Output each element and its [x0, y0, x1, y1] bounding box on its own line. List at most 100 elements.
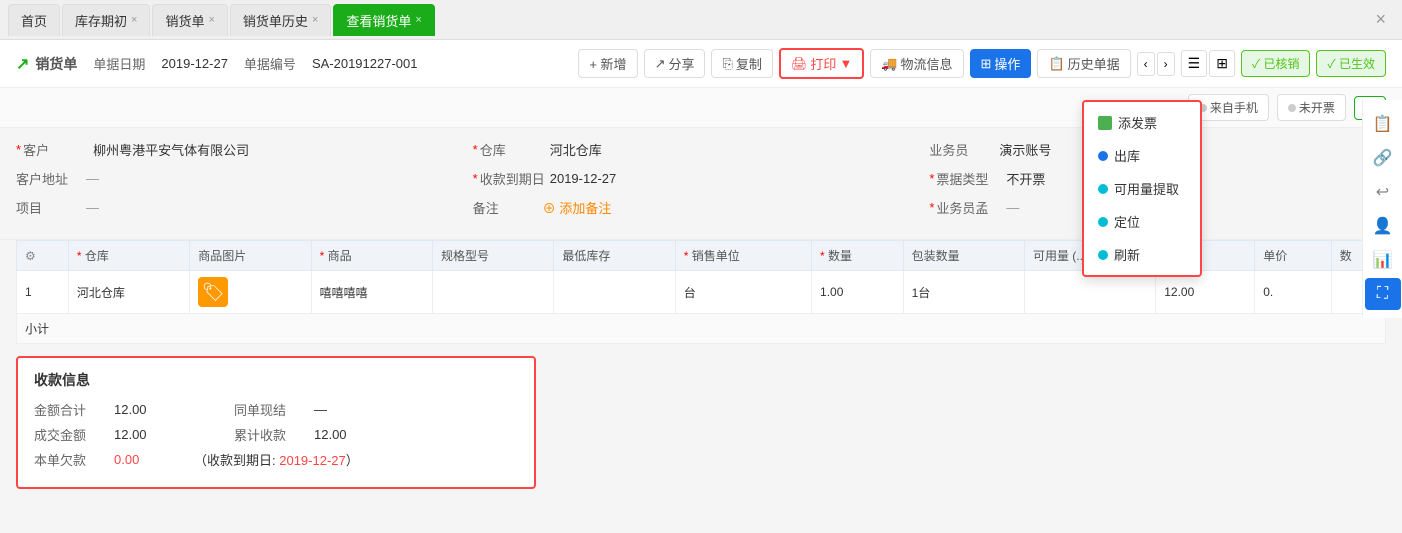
row-product: 嘻嘻嘻嘻 [311, 271, 432, 314]
not-open-label: 未开票 [1299, 99, 1335, 116]
project-field: 项目 — [16, 198, 473, 217]
prev-page-button[interactable]: ‹ [1137, 52, 1155, 76]
tab-inventory-close[interactable]: × [131, 14, 137, 26]
from-phone-label: 来自手机 [1210, 99, 1258, 116]
tab-view-sales-close[interactable]: × [415, 14, 421, 26]
copy-button[interactable]: ⎘ 复制 [711, 49, 772, 78]
copy-icon: ⎘ [722, 56, 732, 72]
payment-title: 收款信息 [34, 370, 518, 390]
right-sidebar: 📋 🔗 ↩ 👤 📊 ⛶ [1362, 100, 1402, 318]
outbound-icon [1098, 151, 1108, 161]
logistics-button[interactable]: 🚚 物流信息 [870, 49, 963, 78]
number-label: 单据编号 [244, 54, 296, 73]
operation-label: 操作 [994, 54, 1020, 73]
dropdown-add-invoice[interactable]: 添发票 [1084, 106, 1200, 139]
balance-note-text: （收款到期日: [194, 453, 279, 468]
next-page-button[interactable]: › [1157, 52, 1175, 76]
cumulative-value: 12.00 [314, 427, 347, 442]
logistics-icon: 🚚 [881, 56, 897, 72]
balance-label: 本单欠款 [34, 450, 114, 469]
ticket-type-label: 票据类型 [936, 169, 1006, 188]
sidebar-icon-2[interactable]: 🔗 [1365, 142, 1401, 174]
customer-required: * [16, 142, 21, 157]
amount-value: 12.00 [114, 402, 194, 417]
tab-view-sales[interactable]: 查看销货单 × [333, 4, 434, 36]
col-gear[interactable]: ⚙ [17, 241, 69, 271]
salesperson-label: 业务员 [929, 140, 999, 159]
tab-sales-history-close[interactable]: × [312, 14, 318, 26]
transaction-label: 成交金额 [34, 425, 114, 444]
col-pack-qty: 包装数量 [903, 241, 1024, 271]
sidebar-icon-6[interactable]: ⛶ [1365, 278, 1401, 310]
operation-button[interactable]: ⊞ 操作 [970, 49, 1032, 78]
tab-sales-close[interactable]: × [208, 14, 214, 26]
not-open-button[interactable]: 未开票 [1277, 94, 1346, 121]
confirmed-status: ✓ 已核销 [1241, 50, 1311, 77]
project-label: 项目 [16, 198, 86, 217]
refresh-icon [1098, 250, 1108, 260]
col-unit: * 销售单位 [675, 241, 811, 271]
col-quantity: * 数量 [812, 241, 904, 271]
list-view-button[interactable]: ☰ [1181, 50, 1208, 77]
warehouse-value: 河北仓库 [550, 140, 602, 159]
gear-icon[interactable]: ⚙ [25, 249, 36, 263]
add-remark-button[interactable]: ⊕ 添加备注 [543, 198, 612, 217]
share-button[interactable]: ↗ 分享 [644, 49, 706, 78]
tab-home[interactable]: 首页 [8, 4, 60, 36]
row-warehouse: 河北仓库 [68, 271, 189, 314]
new-button[interactable]: + 新增 [578, 49, 637, 78]
tab-sales-label: 销货单 [165, 11, 204, 30]
cumulative-label: 累计收款 [234, 425, 314, 444]
sidebar-icon-4[interactable]: 👤 [1365, 210, 1401, 242]
tab-inventory-label: 库存期初 [75, 11, 127, 30]
salesperson-value: 演示账号 [999, 140, 1051, 159]
row-quantity: 1.00 [812, 271, 904, 314]
col-warehouse: * 仓库 [68, 241, 189, 271]
salesperson2-label: 业务员孟 [936, 198, 1006, 217]
operation-icon: ⊞ [981, 56, 992, 72]
dropdown-available-qty[interactable]: 可用量提取 [1084, 172, 1200, 205]
remark-label: 备注 [473, 198, 543, 217]
payment-section: 收款信息 金额合计 12.00 同单现结 — 成交金额 12.00 累计收款 1… [16, 356, 536, 489]
tab-bar: 首页 库存期初 × 销货单 × 销货单历史 × 查看销货单 × × [0, 0, 1402, 40]
project-value: — [86, 200, 99, 215]
col-product: * 商品 [311, 241, 432, 271]
amount-label: 金额合计 [34, 400, 114, 419]
dropdown-locate[interactable]: 定位 [1084, 205, 1200, 238]
dropdown-refresh[interactable]: 刷新 [1084, 238, 1200, 271]
sidebar-icon-5[interactable]: 📊 [1365, 244, 1401, 276]
subtotal-row: 小计 [17, 314, 1386, 344]
row-price: 0. [1255, 271, 1332, 314]
not-open-icon [1288, 104, 1296, 112]
history-button[interactable]: 📋 历史单据 [1037, 49, 1130, 78]
share-label: 分享 [668, 54, 694, 73]
customer-field: * 客户 柳州粤港平安气体有限公司 [16, 140, 473, 159]
add-invoice-label: 添发票 [1118, 113, 1157, 132]
tab-inventory[interactable]: 库存期初 × [62, 4, 150, 36]
global-close-button[interactable]: × [1367, 9, 1394, 30]
row-image: 🏷 [190, 271, 311, 314]
doc-actions: + 新增 ↗ 分享 ⎘ 复制 🖨 打印 ▼ 🚚 物流信息 ⊞ 操作 [578, 48, 1386, 79]
date-value: 2019-12-27 [161, 56, 228, 71]
doc-header: ↗ 销货单 单据日期 2019-12-27 单据编号 SA-20191227-0… [0, 40, 1402, 88]
sidebar-icon-3[interactable]: ↩ [1365, 176, 1401, 208]
doc-type-label: 销货单 [35, 54, 77, 74]
grid-view-button[interactable]: ⊞ [1209, 50, 1235, 77]
add-remark-label: 添加备注 [559, 201, 611, 216]
balance-date: 2019-12-27 [279, 453, 346, 468]
doc-title: ↗ 销货单 [16, 54, 77, 74]
tab-sales-history[interactable]: 销货单历史 × [230, 4, 331, 36]
print-icon: 🖨 [791, 56, 808, 72]
remark-field: 备注 ⊕ 添加备注 [473, 198, 930, 217]
salesperson2-value: — [1006, 200, 1019, 215]
product-image: 🏷 [198, 277, 228, 307]
print-button[interactable]: 🖨 打印 ▼ [779, 48, 864, 79]
payment-date-label: 收款到期日 [480, 169, 550, 188]
sidebar-icon-1[interactable]: 📋 [1365, 108, 1401, 140]
tab-sales[interactable]: 销货单 × [152, 4, 227, 36]
subtotal-label: 小计 [17, 314, 1386, 344]
dropdown-outbound[interactable]: 出库 [1084, 139, 1200, 172]
row-index: 1 [17, 271, 69, 314]
payment-row-3: 本单欠款 0.00 （收款到期日: 2019-12-27） [34, 450, 518, 469]
same-order-label: 同单现结 [234, 400, 314, 419]
